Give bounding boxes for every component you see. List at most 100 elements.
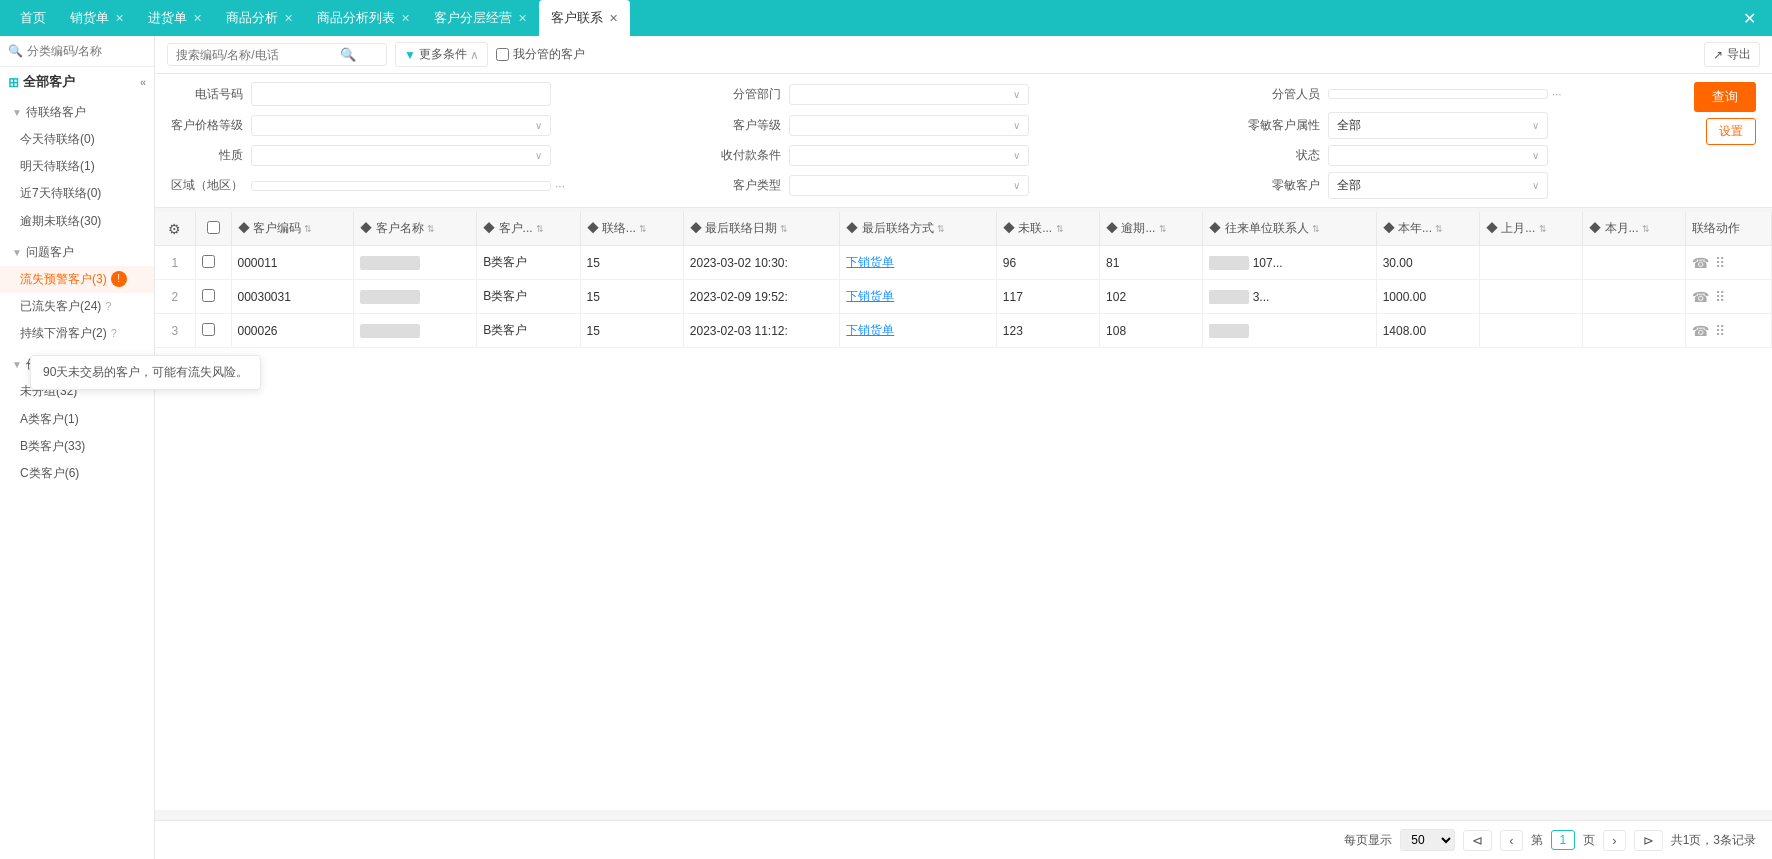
filter-area-select[interactable] — [251, 181, 551, 191]
search-icon[interactable]: 🔍 — [340, 47, 356, 62]
filter-status-select[interactable]: ∨ — [1328, 145, 1548, 166]
window-close-button[interactable]: ✕ — [1735, 9, 1764, 28]
filter-gender-select[interactable]: ∨ — [251, 145, 551, 166]
more-filter-button[interactable]: ▼ 更多条件 ∧ — [395, 42, 488, 67]
th-code-sort[interactable]: ⇅ — [304, 224, 312, 234]
tab-goods-analysis[interactable]: 商品分析 ✕ — [214, 0, 305, 36]
tab-sales[interactable]: 销货单 ✕ — [58, 0, 136, 36]
action-phone-1[interactable]: ☎ — [1692, 289, 1709, 305]
row-checkbox-2[interactable] — [202, 323, 215, 336]
filter-row-4: 区域（地区） ··· 客户类型 ∨ 零敏客户 — [171, 172, 1756, 199]
th-overdue-sort[interactable]: ⇅ — [1159, 224, 1167, 234]
tab-customer-contact-close[interactable]: ✕ — [609, 12, 618, 25]
action-icons-2: ☎ ⠿ — [1692, 323, 1765, 339]
tab-goods-list-close[interactable]: ✕ — [401, 12, 410, 25]
sidebar-item-class-b[interactable]: B类客户(33) — [0, 433, 154, 460]
search-input[interactable] — [176, 48, 336, 62]
th-last-way-label: ◆ 最后联络方式 — [846, 221, 933, 235]
th-this-month-sort[interactable]: ⇅ — [1642, 224, 1650, 234]
tab-customer-tier-close[interactable]: ✕ — [518, 12, 527, 25]
sidebar-item-class-a[interactable]: A类客户(1) — [0, 406, 154, 433]
tab-purchase[interactable]: 进货单 ✕ — [136, 0, 214, 36]
tab-sales-close[interactable]: ✕ — [115, 12, 124, 25]
export-button[interactable]: ↗ 导出 — [1704, 42, 1760, 67]
filter-payment-select[interactable]: ∨ — [789, 145, 1029, 166]
filter-customer-type-field: 客户类型 ∨ — [709, 175, 1217, 196]
th-last-month-sort[interactable]: ⇅ — [1539, 224, 1547, 234]
sidebar-item-today[interactable]: 今天待联络(0) — [0, 126, 154, 153]
sidebar-item-churn-warning[interactable]: 流失预警客户(3) ! — [0, 266, 154, 293]
filter-person-select[interactable] — [1328, 89, 1548, 99]
th-annual-sort[interactable]: ⇅ — [1435, 224, 1443, 234]
sidebar-all-customers[interactable]: ⊞ 全部客户 « — [0, 67, 154, 97]
th-unit-contact-sort[interactable]: ⇅ — [1312, 224, 1320, 234]
filter-price-level-select[interactable]: ∨ — [251, 115, 551, 136]
table-row: 2 00030031 B类客户 15 2023-02-09 19:52: 下销货… — [155, 280, 1772, 314]
th-last-date-sort[interactable]: ⇅ — [780, 224, 788, 234]
th-action: 联络动作 — [1686, 212, 1772, 246]
select-all-checkbox[interactable] — [207, 221, 220, 234]
last-way-link-2[interactable]: 下销货单 — [846, 323, 894, 337]
table-gear-icon[interactable]: ⚙ — [168, 221, 181, 237]
td-type-1: B类客户 — [477, 280, 580, 314]
filter-leke-customer-select[interactable]: 全部 ∨ — [1328, 172, 1548, 199]
my-customer-checkbox-area[interactable]: 我分管的客户 — [496, 46, 585, 63]
action-more-1[interactable]: ⠿ — [1715, 289, 1725, 305]
sidebar-item-tomorrow[interactable]: 明天待联络(1) — [0, 153, 154, 180]
tab-goods-analysis-close[interactable]: ✕ — [284, 12, 293, 25]
tab-goods-list[interactable]: 商品分析列表 ✕ — [305, 0, 422, 36]
td-annual-2: 1408.00 — [1376, 314, 1479, 348]
sidebar-item-7days[interactable]: 近7天待联络(0) — [0, 180, 154, 207]
tab-customer-tier[interactable]: 客户分层经营 ✕ — [422, 0, 539, 36]
tab-customer-contact[interactable]: 客户联系 ✕ — [539, 0, 630, 36]
action-phone-2[interactable]: ☎ — [1692, 323, 1709, 339]
last-way-link-1[interactable]: 下销货单 — [846, 289, 894, 303]
my-customer-checkbox[interactable] — [496, 48, 509, 61]
page-next-button[interactable]: › — [1603, 830, 1625, 851]
row-checkbox-1[interactable] — [202, 289, 215, 302]
sidebar-search-icon: 🔍 — [8, 44, 23, 58]
action-more-0[interactable]: ⠿ — [1715, 255, 1725, 271]
settings-button[interactable]: 设置 — [1706, 118, 1756, 145]
row-checkbox-0[interactable] — [202, 255, 215, 268]
sidebar-search-input[interactable] — [27, 44, 155, 58]
filter-level-select[interactable]: ∨ — [789, 115, 1029, 136]
th-type-sort[interactable]: ⇅ — [536, 224, 544, 234]
sidebar-collapse-icon[interactable]: « — [140, 76, 146, 88]
page-first-button[interactable]: ⊲ — [1463, 830, 1492, 851]
filter-phone-input[interactable] — [251, 82, 551, 106]
filter-customer-type-select[interactable]: ∨ — [789, 175, 1029, 196]
sidebar-item-declining[interactable]: 持续下滑客户(2) ? — [0, 320, 154, 347]
td-overdue-2: 108 — [1100, 314, 1203, 348]
last-way-link-0[interactable]: 下销货单 — [846, 255, 894, 269]
th-name-sort[interactable]: ⇅ — [427, 224, 435, 234]
filter-area-more[interactable]: ··· — [555, 179, 565, 193]
sidebar-item-overdue[interactable]: 逾期未联络(30) — [0, 208, 154, 235]
tab-goods-analysis-label: 商品分析 — [226, 9, 278, 27]
pending-arrow-icon: ▼ — [12, 107, 22, 118]
td-contact-1: 15 — [580, 280, 683, 314]
problem-arrow-icon: ▼ — [12, 247, 22, 258]
filter-dept-field: 分管部门 ∨ — [709, 84, 1217, 105]
th-no-contact-sort[interactable]: ⇅ — [1056, 224, 1064, 234]
sidebar-item-churned[interactable]: 已流失客户(24) ? — [0, 293, 154, 320]
filter-payment-label: 收付款条件 — [709, 147, 789, 164]
th-contact-sort[interactable]: ⇅ — [639, 224, 647, 234]
sidebar-group-problem-title[interactable]: ▼ 问题客户 — [0, 239, 154, 266]
sidebar-group-pending-title[interactable]: ▼ 待联络客户 — [0, 99, 154, 126]
page-prev-button[interactable]: ‹ — [1500, 830, 1522, 851]
filter-dept-select[interactable]: ∨ — [789, 84, 1029, 105]
filter-leke-attr-select[interactable]: 全部 ∨ — [1328, 112, 1548, 139]
tab-purchase-close[interactable]: ✕ — [193, 12, 202, 25]
sidebar-item-class-c[interactable]: C类客户(6) — [0, 460, 154, 487]
td-action-1: ☎ ⠿ — [1686, 280, 1772, 314]
page-last-button[interactable]: ⊳ — [1634, 830, 1663, 851]
filter-person-more[interactable]: ··· — [1552, 87, 1562, 101]
query-button[interactable]: 查询 — [1694, 82, 1756, 112]
action-phone-0[interactable]: ☎ — [1692, 255, 1709, 271]
horizontal-scrollbar[interactable] — [155, 810, 1772, 820]
action-more-2[interactable]: ⠿ — [1715, 323, 1725, 339]
per-page-select[interactable]: 50 100 200 — [1400, 829, 1455, 851]
tab-home[interactable]: 首页 — [8, 0, 58, 36]
th-last-way-sort[interactable]: ⇅ — [937, 224, 945, 234]
